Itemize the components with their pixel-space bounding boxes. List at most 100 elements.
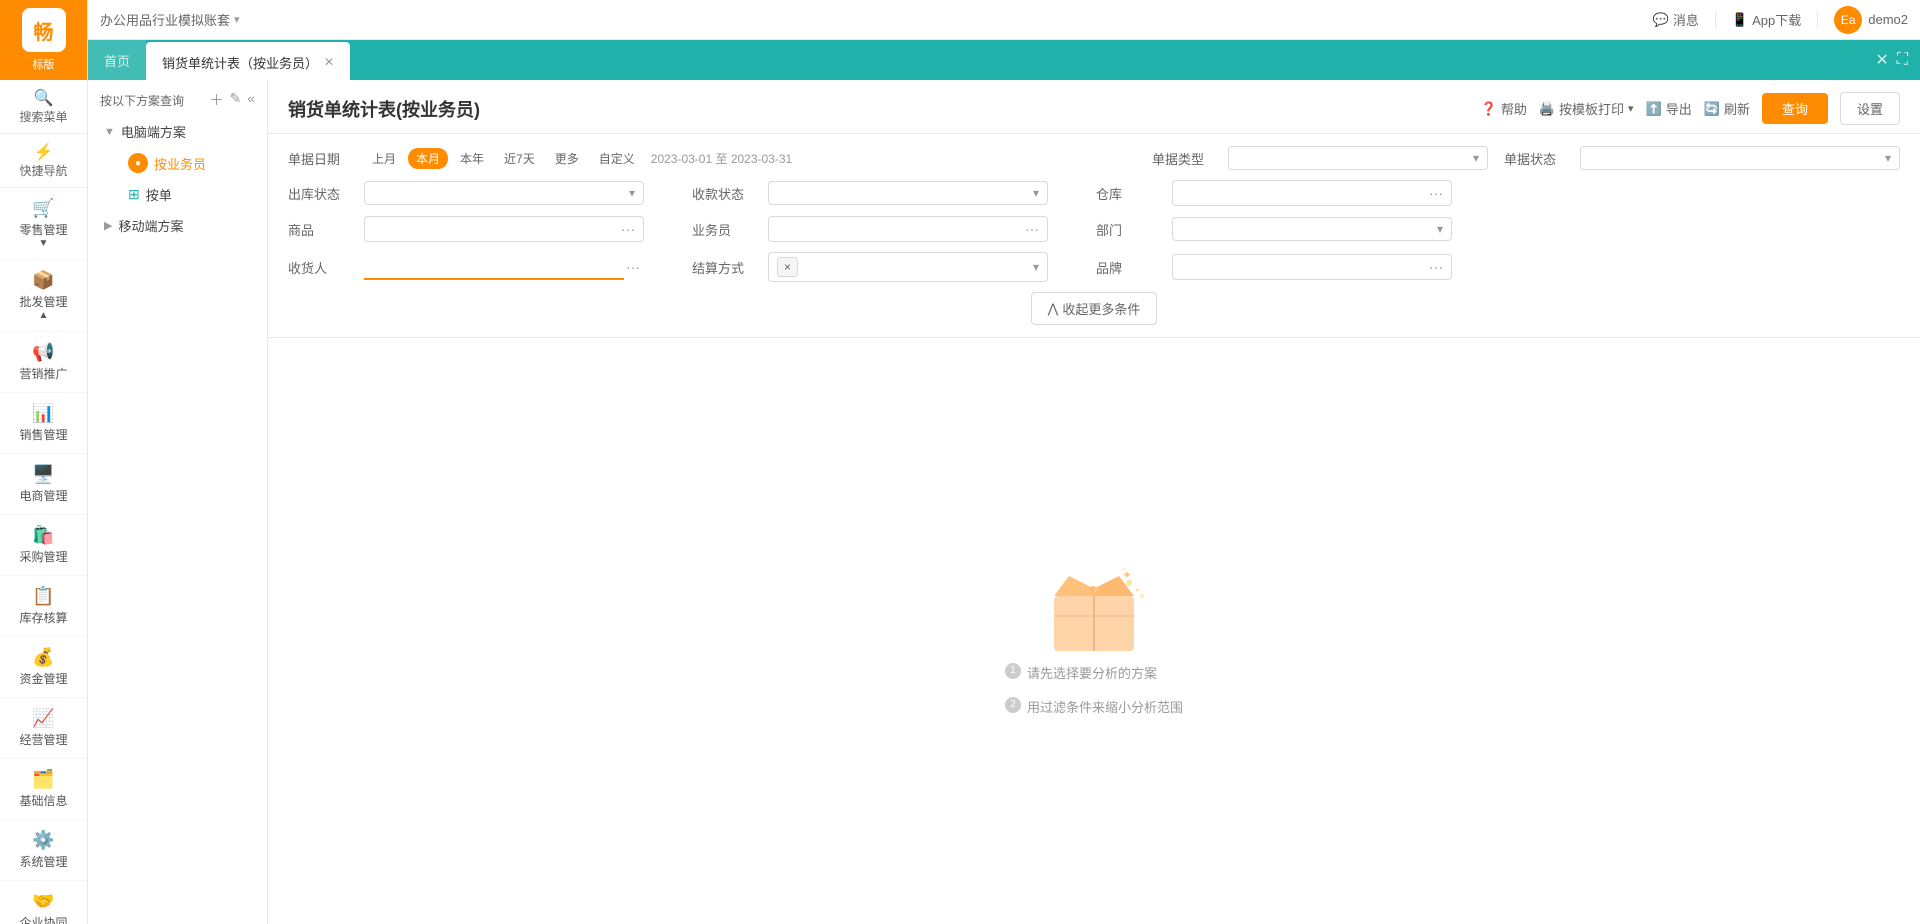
- sidebar-item-purchase-label: 采购管理: [19, 548, 67, 565]
- brand-select[interactable]: ···: [1172, 254, 1452, 280]
- tree-node-mobile-label: 移动端方案: [118, 216, 183, 235]
- tab-home[interactable]: 首页: [88, 40, 146, 80]
- left-panel-title: 按以下方案查询: [100, 92, 184, 109]
- add-scheme-btn[interactable]: ＋: [209, 90, 223, 110]
- sidebar-item-ecommerce[interactable]: 🖥️ 电商管理: [0, 454, 87, 515]
- doc-status-label: 单据状态: [1504, 149, 1564, 168]
- filter-area: 单据日期 上月 本月 本年 近7天 更多 自定义 2023-03-01 至 20…: [268, 134, 1920, 338]
- sidebar-item-sales[interactable]: 📊 销售管理: [0, 393, 87, 454]
- sidebar-search[interactable]: 🔍 搜索菜单: [0, 80, 87, 134]
- date-tab-7days[interactable]: 近7天: [496, 148, 543, 169]
- sidebar-search-label: 搜索菜单: [6, 108, 81, 125]
- date-tabs: 上月 本月 本年 近7天 更多 自定义 2023-03-01 至 2023-03…: [364, 148, 792, 169]
- sidebar-item-operations[interactable]: 📈 经营管理: [0, 698, 87, 759]
- refresh-icon: 🔄: [1704, 101, 1720, 117]
- warehouse-select[interactable]: ···: [1172, 180, 1452, 206]
- settings-btn[interactable]: 设置: [1840, 92, 1900, 125]
- edit-scheme-btn[interactable]: ✎: [229, 90, 241, 110]
- sidebar-item-purchase[interactable]: 🛍️ 采购管理: [0, 515, 87, 576]
- sidebar-item-marketing-label: 营销推广: [19, 365, 67, 382]
- tree-node-desktop[interactable]: ▼ 电脑端方案: [88, 116, 267, 147]
- sales-icon: 📊: [32, 403, 54, 424]
- print-btn[interactable]: 🖨️ 按模板打印 ▾: [1539, 99, 1634, 118]
- left-panel-header: 按以下方案查询 ＋ ✎ «: [88, 80, 267, 116]
- sidebar-item-cooperation[interactable]: 🤝 企业协同: [0, 881, 87, 924]
- dept-select[interactable]: ▾: [1172, 217, 1452, 241]
- tree-node-by-order[interactable]: ⊞ 按单: [116, 179, 267, 210]
- topbar-right: 💬 消息 📱 App下载 Ea demo2: [1653, 6, 1908, 34]
- out-status-select[interactable]: ▾: [364, 181, 644, 205]
- wholesale-icon: 📦: [32, 270, 54, 291]
- doc-status-select[interactable]: ▾: [1580, 146, 1900, 170]
- sidebar-item-wholesale[interactable]: 📦 批发管理 ▲: [0, 260, 87, 332]
- sidebar-item-inventory[interactable]: 📋 库存核算: [0, 576, 87, 637]
- pay-status-select[interactable]: ▾: [768, 181, 1048, 205]
- app-download-icon: 📱: [1732, 12, 1748, 28]
- tab-report[interactable]: 销货单统计表（按业务员） ✕: [146, 42, 350, 82]
- query-btn[interactable]: 查询: [1762, 93, 1828, 124]
- collapse-btn[interactable]: ⋀ 收起更多条件: [1031, 292, 1158, 325]
- date-tab-custom[interactable]: 自定义: [591, 148, 643, 169]
- tree-node-desktop-label: 电脑端方案: [121, 122, 186, 141]
- settlement-clear-tag[interactable]: ×: [777, 257, 798, 277]
- hint-num-2: 2: [1005, 697, 1021, 713]
- ecommerce-icon: 🖥️: [32, 464, 54, 485]
- user-name-text: demo2: [1868, 12, 1908, 27]
- sidebar-item-finance[interactable]: 💰 资金管理: [0, 637, 87, 698]
- topbar-app-title[interactable]: 办公用品行业模拟账套 ▾: [100, 10, 240, 29]
- logo-text: 标版: [33, 56, 55, 72]
- print-label: 按模板打印: [1559, 99, 1624, 118]
- staff-select[interactable]: ···: [768, 216, 1048, 242]
- tree-node-mobile[interactable]: ▶ 移动端方案: [88, 210, 267, 241]
- right-panel: 销货单统计表(按业务员) ❓ 帮助 🖨️ 按模板打印 ▾ ⬆️ 导出: [268, 80, 1920, 924]
- message-label: 消息: [1673, 10, 1699, 29]
- refresh-label: 刷新: [1724, 99, 1750, 118]
- page-header: 销货单统计表(按业务员) ❓ 帮助 🖨️ 按模板打印 ▾ ⬆️ 导出: [268, 80, 1920, 134]
- sidebar-item-retail[interactable]: 🛒 零售管理 ▼: [0, 188, 87, 260]
- settlement-select[interactable]: × ▾: [768, 252, 1048, 282]
- tree-node-by-staff[interactable]: ● 按业务员: [116, 147, 267, 179]
- sidebar-item-finance-label: 资金管理: [19, 670, 67, 687]
- retail-arrow-icon: ▼: [39, 238, 49, 249]
- consignee-dots: ···: [626, 259, 640, 275]
- sidebar-quick-nav[interactable]: ⚡ 快捷导航: [0, 134, 87, 188]
- sidebar-item-system[interactable]: ⚙️ 系统管理: [0, 820, 87, 881]
- sidebar-item-marketing[interactable]: 📢 营销推广: [0, 332, 87, 393]
- page-title: 销货单统计表(按业务员): [288, 96, 480, 122]
- doc-type-select[interactable]: ▾: [1228, 146, 1488, 170]
- sidebar-item-basics[interactable]: 🗂️ 基础信息: [0, 759, 87, 820]
- consignee-input[interactable]: [364, 255, 624, 280]
- out-status-label: 出库状态: [288, 184, 348, 203]
- tabbar-close-btn[interactable]: ✕: [1875, 50, 1888, 70]
- staff-label: 业务员: [692, 220, 752, 239]
- date-tab-more[interactable]: 更多: [547, 148, 587, 169]
- date-tab-last-month[interactable]: 上月: [364, 148, 404, 169]
- user-profile-btn[interactable]: Ea demo2: [1834, 6, 1908, 34]
- filter-row-3: 商品 ··· 业务员 ··· 部门 ▾: [288, 216, 1900, 242]
- export-btn[interactable]: ⬆️ 导出: [1646, 99, 1692, 118]
- hint-text-2: 用过滤条件来缩小分析范围: [1027, 695, 1183, 721]
- avatar-text: Ea: [1841, 13, 1856, 27]
- tree-arrow-desktop: ▼: [104, 126, 115, 138]
- settlement-x-icon[interactable]: ×: [784, 260, 791, 274]
- date-tab-this-year[interactable]: 本年: [452, 148, 492, 169]
- tabbar-expand-btn[interactable]: ⛶: [1897, 51, 1908, 69]
- message-btn[interactable]: 💬 消息: [1653, 10, 1699, 29]
- goods-select[interactable]: ···: [364, 216, 644, 242]
- collapse-panel-btn[interactable]: «: [247, 90, 255, 110]
- date-label: 单据日期: [288, 149, 348, 168]
- help-btn[interactable]: ❓ 帮助: [1481, 99, 1527, 118]
- filter-row-2: 出库状态 ▾ 收款状态 ▾ 仓库 ···: [288, 180, 1900, 206]
- goods-label: 商品: [288, 220, 348, 239]
- app-download-btn[interactable]: 📱 App下载: [1732, 10, 1801, 29]
- sidebar-item-operations-label: 经营管理: [19, 731, 67, 748]
- refresh-btn[interactable]: 🔄 刷新: [1704, 99, 1750, 118]
- operations-icon: 📈: [32, 708, 54, 729]
- date-tab-this-month[interactable]: 本月: [408, 148, 448, 169]
- tab-report-close-icon[interactable]: ✕: [324, 55, 334, 69]
- svg-text:✦: ✦: [1122, 568, 1132, 582]
- purchase-icon: 🛍️: [32, 525, 54, 546]
- hint-num-1: 1: [1005, 663, 1021, 679]
- staff-dots: ···: [1025, 221, 1039, 237]
- sidebar-logo[interactable]: 畅 标版: [0, 0, 87, 80]
